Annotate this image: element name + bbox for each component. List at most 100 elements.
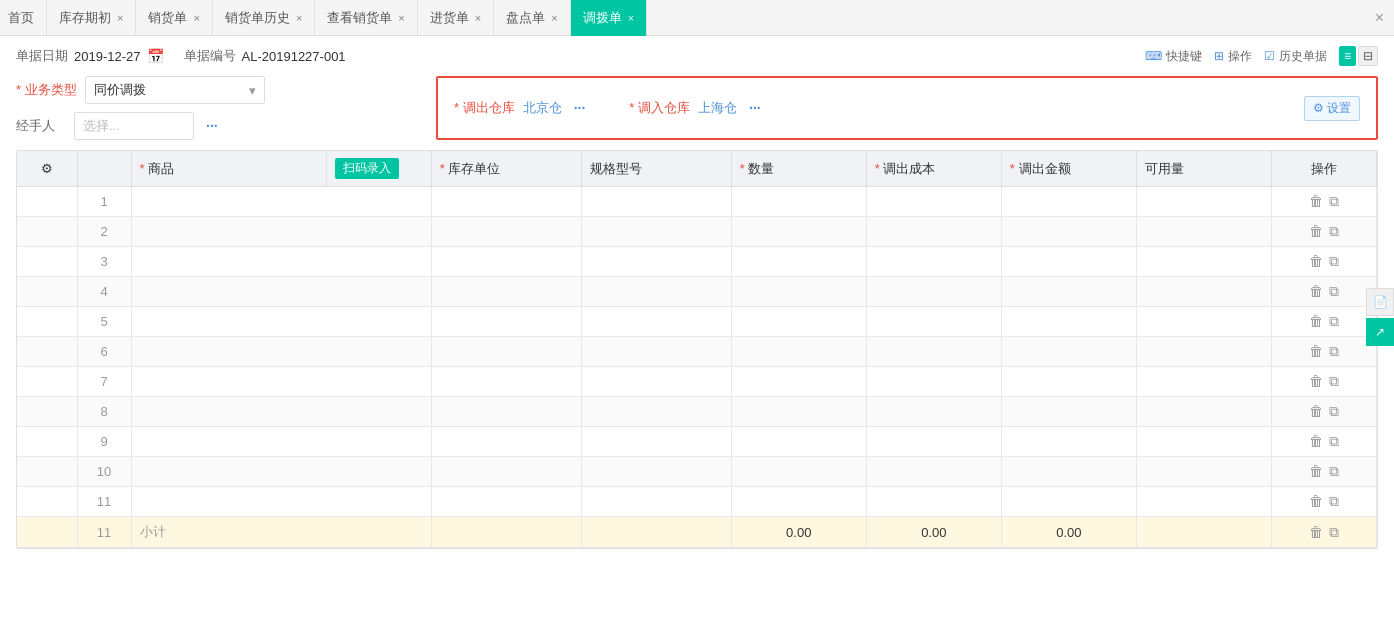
cell-spec[interactable] [581,187,731,217]
tab-inventory-init[interactable]: 库存期初 × [47,0,136,36]
cell-amount[interactable] [1001,247,1136,277]
cell-spec[interactable] [581,247,731,277]
tab-view-sales-close[interactable]: × [398,12,404,24]
cell-unit[interactable] [431,427,581,457]
cell-product[interactable] [131,217,431,247]
float-doc-button[interactable]: 📄 [1366,288,1394,316]
tab-view-sales[interactable]: 查看销货单 × [315,0,417,36]
cell-cost[interactable] [866,457,1001,487]
tab-sales-history[interactable]: 销货单历史 × [213,0,315,36]
delete-icon[interactable]: 🗑 [1309,403,1323,420]
history-button[interactable]: ☑ 历史单据 [1264,48,1327,65]
cell-spec[interactable] [581,337,731,367]
tab-sales-history-close[interactable]: × [296,12,302,24]
layout-list-button[interactable]: ≡ [1339,46,1356,66]
cell-amount[interactable] [1001,307,1136,337]
operations-button[interactable]: ⊞ 操作 [1214,48,1252,65]
cell-cost[interactable] [866,247,1001,277]
copy-icon[interactable]: ⧉ [1329,463,1339,480]
cell-qty[interactable] [731,247,866,277]
cell-spec[interactable] [581,277,731,307]
cell-product[interactable] [131,397,431,427]
cell-qty[interactable] [731,427,866,457]
cell-cost[interactable] [866,217,1001,247]
cell-product[interactable] [131,247,431,277]
cell-qty[interactable] [731,187,866,217]
cell-amount[interactable] [1001,187,1136,217]
tab-inventory-init-close[interactable]: × [117,12,123,24]
biz-type-select[interactable]: 同价调拨 ▾ [85,76,265,104]
cell-cost[interactable] [866,397,1001,427]
cell-amount[interactable] [1001,217,1136,247]
copy-icon[interactable]: ⧉ [1329,373,1339,390]
tab-inventory-count[interactable]: 盘点单 × [494,0,570,36]
delete-icon[interactable]: 🗑 [1309,343,1323,360]
cell-spec[interactable] [581,217,731,247]
cell-amount[interactable] [1001,367,1136,397]
delete-icon[interactable]: 🗑 [1309,283,1323,300]
cell-product[interactable] [131,487,431,517]
delete-icon[interactable]: 🗑 [1309,253,1323,270]
cell-qty[interactable] [731,397,866,427]
tab-sales-order-close[interactable]: × [193,12,199,24]
cell-unit[interactable] [431,457,581,487]
copy-icon[interactable]: ⧉ [1329,253,1339,270]
cell-cost[interactable] [866,277,1001,307]
layout-grid-button[interactable]: ⊟ [1358,46,1378,66]
col-gear[interactable]: ⚙ [17,151,77,187]
cell-product[interactable] [131,337,431,367]
cell-amount[interactable] [1001,277,1136,307]
cell-spec[interactable] [581,457,731,487]
cell-spec[interactable] [581,487,731,517]
cell-amount[interactable] [1001,337,1136,367]
copy-icon[interactable]: ⧉ [1329,403,1339,420]
copy-icon[interactable]: ⧉ [1329,343,1339,360]
copy-icon[interactable]: ⧉ [1329,283,1339,300]
copy-icon[interactable]: ⧉ [1329,193,1339,210]
cell-qty[interactable] [731,307,866,337]
tab-home[interactable]: 首页 [8,0,47,36]
cell-product[interactable] [131,277,431,307]
cell-qty[interactable] [731,457,866,487]
handler-more-button[interactable]: ··· [202,118,222,134]
cell-qty[interactable] [731,277,866,307]
cell-product[interactable] [131,427,431,457]
tab-purchase-order[interactable]: 进货单 × [418,0,494,36]
delete-icon[interactable]: 🗑 [1309,463,1323,480]
copy-icon[interactable]: ⧉ [1329,433,1339,450]
cell-product[interactable] [131,187,431,217]
cell-spec[interactable] [581,397,731,427]
cell-qty[interactable] [731,487,866,517]
cell-amount[interactable] [1001,457,1136,487]
delete-icon[interactable]: 🗑 [1309,313,1323,330]
cell-qty[interactable] [731,217,866,247]
copy-icon[interactable]: ⧉ [1329,493,1339,510]
cell-unit[interactable] [431,307,581,337]
delete-icon[interactable]: 🗑 [1309,193,1323,210]
cell-unit[interactable] [431,337,581,367]
subtotal-copy-icon[interactable]: ⧉ [1329,524,1339,541]
cell-unit[interactable] [431,217,581,247]
close-all-tabs-button[interactable]: × [1375,9,1384,27]
delete-icon[interactable]: 🗑 [1309,493,1323,510]
tab-purchase-order-close[interactable]: × [475,12,481,24]
cell-spec[interactable] [581,427,731,457]
delete-icon[interactable]: 🗑 [1309,223,1323,240]
float-export-button[interactable]: ↗ [1366,318,1394,346]
scan-input-button[interactable]: 扫码录入 [335,158,399,179]
cell-spec[interactable] [581,367,731,397]
cell-cost[interactable] [866,487,1001,517]
cell-amount[interactable] [1001,427,1136,457]
in-warehouse-more-button[interactable]: ··· [745,100,765,116]
out-warehouse-more-button[interactable]: ··· [570,100,590,116]
cell-qty[interactable] [731,367,866,397]
cell-unit[interactable] [431,367,581,397]
delete-icon[interactable]: 🗑 [1309,433,1323,450]
cell-product[interactable] [131,457,431,487]
cell-cost[interactable] [866,367,1001,397]
cell-amount[interactable] [1001,397,1136,427]
cell-unit[interactable] [431,487,581,517]
shortcuts-button[interactable]: ⌨ 快捷键 [1145,48,1202,65]
table-scroll-area[interactable]: ⚙ * 商品 扫码录入 * 库存单位 规格型号 [17,151,1377,548]
tab-transfer-order[interactable]: 调拨单 × [571,0,647,36]
